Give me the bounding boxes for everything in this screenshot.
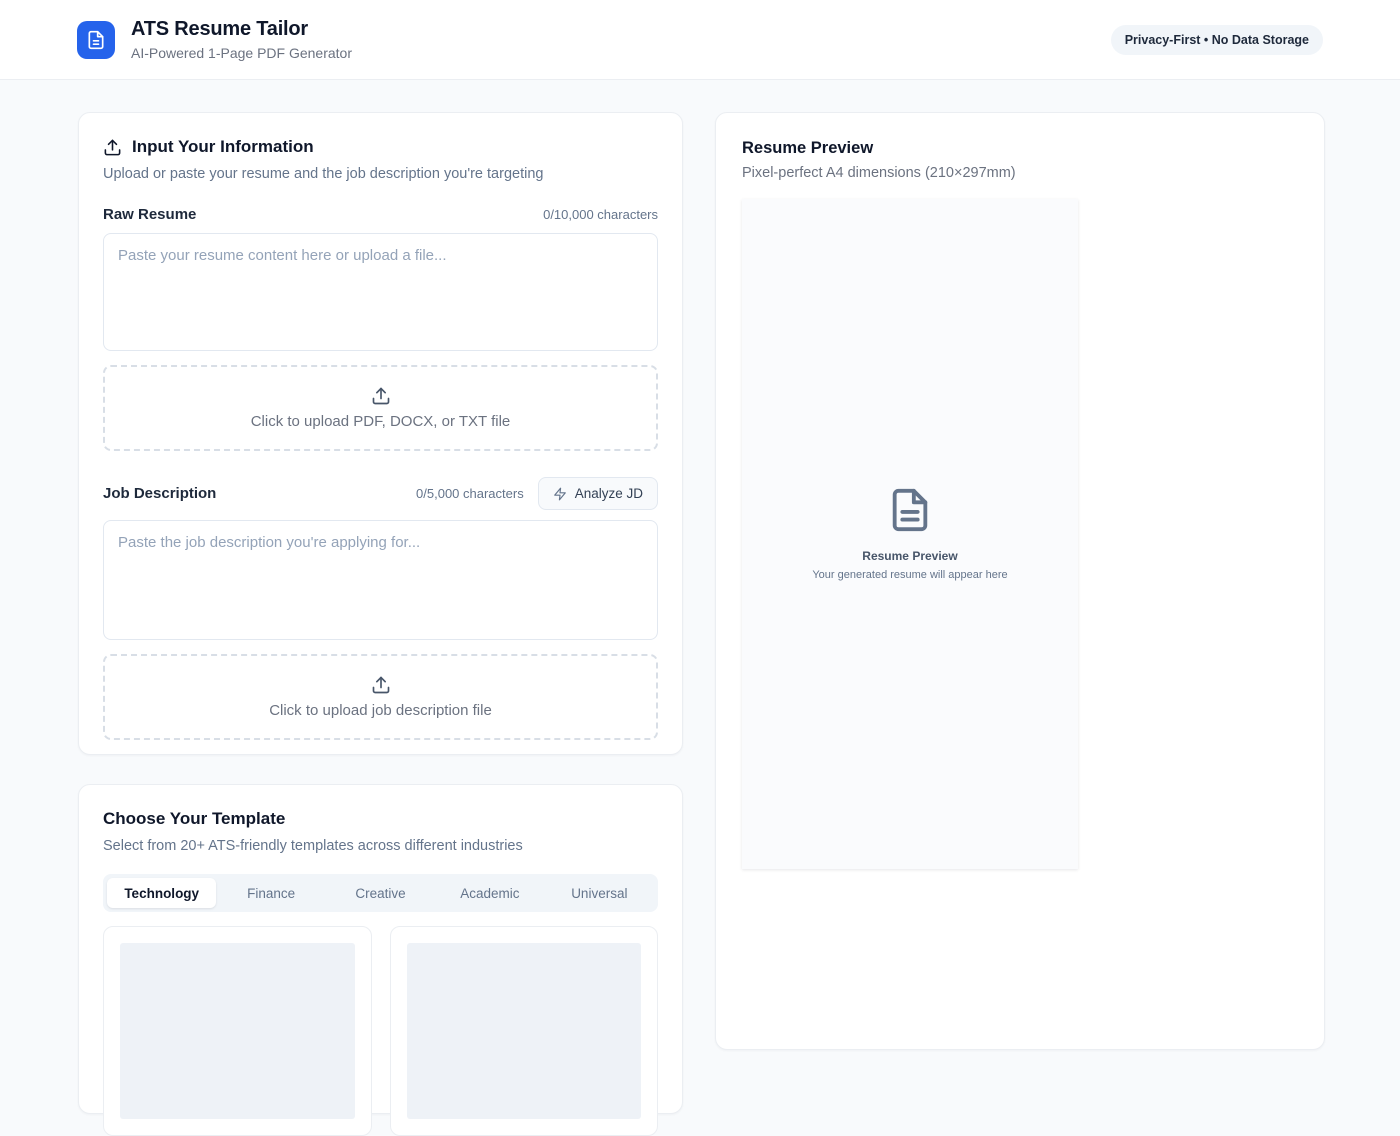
job-description-label: Job Description [103, 485, 217, 502]
preview-subtitle: Pixel-perfect A4 dimensions (210×297mm) [742, 165, 1016, 181]
resume-upload-dropzone[interactable]: Click to upload PDF, DOCX, or TXT file [103, 365, 658, 451]
preview-placeholder-text: Your generated resume will appear here [812, 569, 1008, 581]
analyze-jd-label: Analyze JD [574, 486, 643, 501]
tab-universal[interactable]: Universal [545, 878, 654, 908]
preview-placeholder: Resume Preview Your generated resume wil… [812, 487, 1008, 581]
tab-academic[interactable]: Academic [435, 878, 544, 908]
upload-icon [372, 676, 389, 694]
upload-icon [372, 387, 389, 405]
app-header: ATS Resume Tailor AI-Powered 1-Page PDF … [0, 0, 1400, 80]
preview-placeholder-title: Resume Preview [862, 549, 958, 563]
template-card-item[interactable] [389, 926, 658, 1136]
raw-resume-label: Raw Resume [103, 206, 197, 223]
resume-preview-card: Resume Preview Pixel-perfect A4 dimensio… [715, 112, 1325, 1050]
upload-icon [104, 139, 121, 155]
template-grid [103, 926, 658, 1136]
input-card-title: Input Your Information [132, 137, 314, 156]
tab-technology[interactable]: Technology [107, 878, 217, 908]
analyze-jd-button[interactable]: Analyze JD [537, 477, 658, 510]
template-card-subtitle: Select from 20+ ATS-friendly templates a… [103, 838, 523, 854]
template-thumbnail [406, 943, 641, 1119]
template-card-title: Choose Your Template [103, 809, 286, 828]
a4-preview-page: Resume Preview Your generated resume wil… [742, 199, 1078, 869]
preview-title: Resume Preview [742, 139, 874, 157]
page-subtitle: AI-Powered 1-Page PDF Generator [131, 45, 352, 61]
tab-finance[interactable]: Finance [216, 878, 325, 908]
choose-template-card: Choose Your Template Select from 20+ ATS… [78, 784, 683, 1136]
zap-icon [553, 487, 566, 500]
tab-creative[interactable]: Creative [326, 878, 435, 908]
page-title: ATS Resume Tailor [131, 18, 309, 40]
privacy-badge: Privacy-First • No Data Storage [1110, 24, 1323, 55]
app-logo [77, 20, 115, 59]
template-category-tabs: Technology Finance Creative Academic Uni… [103, 874, 658, 912]
job-description-input[interactable] [103, 520, 658, 640]
file-text-icon [892, 488, 928, 532]
resume-upload-text: Click to upload PDF, DOCX, or TXT file [250, 413, 511, 430]
template-card-item[interactable] [103, 926, 372, 1136]
file-text-icon [88, 30, 104, 49]
raw-resume-char-counter: 0/10,000 characters [543, 207, 658, 222]
template-thumbnail [120, 943, 355, 1119]
jd-upload-text: Click to upload job description file [269, 702, 492, 719]
job-description-char-counter: 0/5,000 characters [416, 486, 524, 501]
raw-resume-input[interactable] [103, 233, 658, 351]
input-information-card: Input Your Information Upload or paste y… [78, 112, 683, 755]
jd-upload-dropzone[interactable]: Click to upload job description file [103, 654, 658, 740]
input-card-subtitle: Upload or paste your resume and the job … [103, 166, 544, 182]
